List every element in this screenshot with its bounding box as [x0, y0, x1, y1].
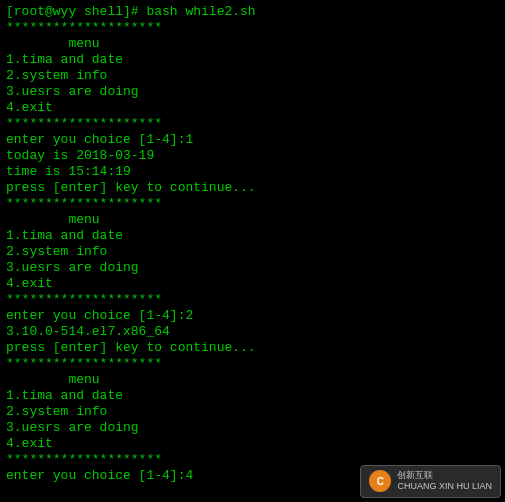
line-24: 1.tima and date	[6, 388, 499, 404]
terminal-window: [root@wyy shell]# bash while2.sh *******…	[0, 0, 505, 502]
line-2: menu	[6, 36, 499, 52]
watermark: C 创新互联 CHUANG XIN HU LIAN	[360, 465, 501, 498]
line-6: 4.exit	[6, 100, 499, 116]
watermark-chinese: 创新互联	[397, 470, 492, 482]
line-9: today is 2018-03-19	[6, 148, 499, 164]
line-17: 4.exit	[6, 276, 499, 292]
watermark-pinyin: CHUANG XIN HU LIAN	[397, 481, 492, 493]
line-0: [root@wyy shell]# bash while2.sh	[6, 4, 499, 20]
line-16: 3.uesrs are doing	[6, 260, 499, 276]
line-20: 3.10.0-514.el7.x86_64	[6, 324, 499, 340]
line-5: 3.uesrs are doing	[6, 84, 499, 100]
watermark-text: 创新互联 CHUANG XIN HU LIAN	[397, 470, 492, 493]
line-19: enter you choice [1-4]:2	[6, 308, 499, 324]
line-25: 2.system info	[6, 404, 499, 420]
line-22: ********************	[6, 356, 499, 372]
line-8: enter you choice [1-4]:1	[6, 132, 499, 148]
line-18: ********************	[6, 292, 499, 308]
line-12: ********************	[6, 196, 499, 212]
line-10: time is 15:14:19	[6, 164, 499, 180]
line-21: press [enter] key to continue...	[6, 340, 499, 356]
line-15: 2.system info	[6, 244, 499, 260]
terminal-output: [root@wyy shell]# bash while2.sh *******…	[6, 4, 499, 502]
line-3: 1.tima and date	[6, 52, 499, 68]
line-26: 3.uesrs are doing	[6, 420, 499, 436]
line-13: menu	[6, 212, 499, 228]
line-1: ********************	[6, 20, 499, 36]
watermark-logo-icon: C	[369, 470, 391, 492]
line-27: 4.exit	[6, 436, 499, 452]
line-14: 1.tima and date	[6, 228, 499, 244]
line-23: menu	[6, 372, 499, 388]
line-11: press [enter] key to continue...	[6, 180, 499, 196]
line-7: ********************	[6, 116, 499, 132]
line-4: 2.system info	[6, 68, 499, 84]
